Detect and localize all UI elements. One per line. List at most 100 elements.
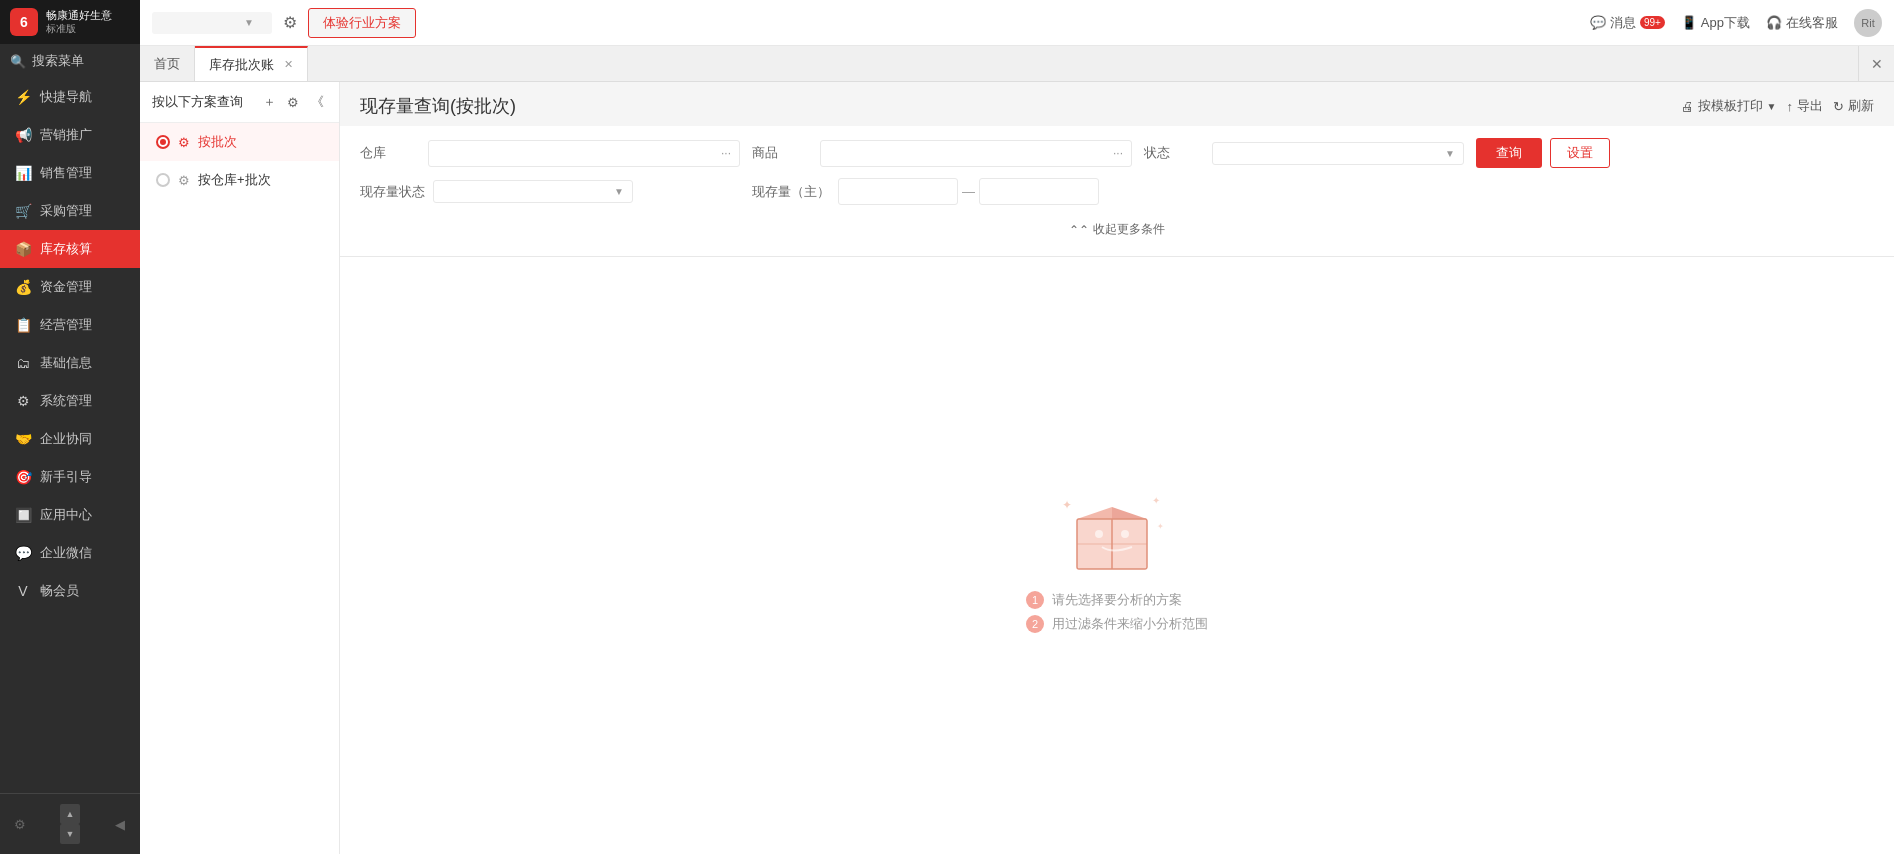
sidebar-item-member[interactable]: V 畅会员 [0, 572, 140, 610]
tab-batch-stock-label: 库存批次账 [209, 56, 274, 74]
sidebar-item-label: 销售管理 [40, 164, 92, 182]
svg-point-4 [1095, 530, 1103, 538]
sidebar-item-sales[interactable]: 📊 销售管理 [0, 154, 140, 192]
customer-service-button[interactable]: 🎧 在线客服 [1766, 14, 1838, 32]
sidebar-item-inventory[interactable]: 📦 库存核算 [0, 230, 140, 268]
content-area: 按以下方案查询 ＋ ⚙ 《 ⚙ 按批次 ⚙ 按仓库+批次 [140, 82, 1894, 854]
search-menu[interactable]: 🔍 搜索菜单 [0, 44, 140, 78]
collapse-more-label: 收起更多条件 [1093, 221, 1165, 238]
scroll-down-button[interactable]: ▼ [60, 824, 80, 844]
scheme-batch-icon: ⚙ [178, 135, 190, 150]
svg-text:✦: ✦ [1062, 498, 1072, 512]
sidebar-collapse-button[interactable]: ◀ [110, 814, 130, 834]
stock-status-select[interactable]: ▼ [433, 180, 633, 203]
hint-number-2: 2 [1026, 615, 1044, 633]
messages-button[interactable]: 💬 消息 99+ [1590, 14, 1665, 32]
sidebar-item-label: 畅会员 [40, 582, 79, 600]
product-input[interactable] [829, 141, 1113, 166]
scheme-settings-button[interactable]: ⚙ [283, 92, 303, 112]
status-label: 状态 [1144, 144, 1204, 162]
scheme-item-batch[interactable]: ⚙ 按批次 [140, 123, 339, 161]
sidebar-item-shortcuts[interactable]: ⚡ 快捷导航 [0, 78, 140, 116]
sidebar-item-purchase[interactable]: 🛒 采购管理 [0, 192, 140, 230]
sidebar-item-apps[interactable]: 🔲 应用中心 [0, 496, 140, 534]
user-profile-button[interactable]: Rit [1854, 9, 1882, 37]
topbar-search-group[interactable]: ▼ [152, 12, 272, 34]
basic-icon: 🗂 [14, 354, 32, 372]
warehouse-more-icon[interactable]: ··· [721, 146, 731, 160]
export-icon: ↑ [1787, 99, 1794, 114]
radio-batch [156, 135, 170, 149]
product-input-wrapper[interactable]: ··· [820, 140, 1132, 167]
left-panel-actions: ＋ ⚙ 《 [259, 92, 327, 112]
sidebar-item-label: 快捷导航 [40, 88, 92, 106]
settings-button[interactable]: 设置 [1550, 138, 1610, 168]
tab-bar-close-button[interactable]: ✕ [1858, 46, 1894, 81]
collapse-panel-button[interactable]: 《 [307, 92, 327, 112]
topbar-search-input[interactable] [160, 16, 240, 30]
scroll-up-button[interactable]: ▲ [60, 804, 80, 824]
warehouse-input-wrapper[interactable]: ··· [428, 140, 740, 167]
topbar: ▼ ⚙ 体验行业方案 💬 消息 99+ 📱 App下载 🎧 在线客服 Rit [140, 0, 1894, 46]
search-icon: 🔍 [10, 54, 26, 69]
user-name: Rit [1861, 17, 1874, 29]
page-header: 现存量查询(按批次) 🖨 按模板打印 ▼ ↑ 导出 ↻ 刷新 [340, 82, 1894, 126]
tab-home[interactable]: 首页 [140, 46, 195, 81]
guide-icon: 🎯 [14, 468, 32, 486]
stock-qty-field: 现存量（主） — [752, 178, 1132, 205]
left-panel-title: 按以下方案查询 [152, 93, 243, 111]
apps-icon: 🔲 [14, 506, 32, 524]
sidebar-item-finance[interactable]: 💰 资金管理 [0, 268, 140, 306]
sidebar-item-operation[interactable]: 📋 经营管理 [0, 306, 140, 344]
left-panel: 按以下方案查询 ＋ ⚙ 《 ⚙ 按批次 ⚙ 按仓库+批次 [140, 82, 340, 854]
status-select[interactable]: ▼ [1212, 142, 1464, 165]
print-button[interactable]: 🖨 按模板打印 ▼ [1681, 97, 1777, 115]
sidebar-item-marketing[interactable]: 📢 营销推广 [0, 116, 140, 154]
system-icon: ⚙ [14, 392, 32, 410]
refresh-button[interactable]: ↻ 刷新 [1833, 97, 1874, 115]
hint-text-2: 用过滤条件来缩小分析范围 [1052, 615, 1208, 633]
main-area: ▼ ⚙ 体验行业方案 💬 消息 99+ 📱 App下载 🎧 在线客服 Rit [140, 0, 1894, 854]
sidebar-item-guide[interactable]: 🎯 新手引导 [0, 458, 140, 496]
sidebar-settings-button[interactable]: ⚙ [10, 814, 30, 834]
collapse-more-button[interactable]: ⌃⌃ 收起更多条件 [360, 215, 1874, 244]
messages-label: 消息 [1610, 14, 1636, 32]
sidebar-item-label: 采购管理 [40, 202, 92, 220]
sidebar-item-wechat[interactable]: 💬 企业微信 [0, 534, 140, 572]
query-button[interactable]: 查询 [1476, 138, 1542, 168]
app-company: 畅康通好生意 [46, 8, 112, 22]
app-logo: 6 [10, 8, 38, 36]
stock-qty-min-input[interactable] [838, 178, 958, 205]
sidebar-item-label: 系统管理 [40, 392, 92, 410]
hint-number-1: 1 [1026, 591, 1044, 609]
experience-industry-button[interactable]: 体验行业方案 [308, 8, 416, 38]
tab-batch-stock[interactable]: 库存批次账 ✕ [195, 46, 308, 81]
settings-icon[interactable]: ⚙ [280, 13, 300, 33]
stock-qty-max-input[interactable] [979, 178, 1099, 205]
stock-status-chevron-icon: ▼ [614, 186, 624, 197]
headset-icon: 🎧 [1766, 15, 1782, 30]
scheme-warehouse-batch-label: 按仓库+批次 [198, 171, 271, 189]
radio-warehouse-batch [156, 173, 170, 187]
stock-status-label: 现存量状态 [360, 183, 425, 201]
add-scheme-button[interactable]: ＋ [259, 92, 279, 112]
product-more-icon[interactable]: ··· [1113, 146, 1123, 160]
scheme-item-warehouse-batch[interactable]: ⚙ 按仓库+批次 [140, 161, 339, 199]
inventory-icon: 📦 [14, 240, 32, 258]
product-field: 商品 ··· [752, 140, 1132, 167]
sidebar-item-collab[interactable]: 🤝 企业协同 [0, 420, 140, 458]
empty-hint-list: 1 请先选择要分析的方案 2 用过滤条件来缩小分析范围 [1026, 591, 1208, 633]
sidebar-item-label: 基础信息 [40, 354, 92, 372]
sidebar: 6 畅康通好生意 标准版 🔍 搜索菜单 ⚡ 快捷导航 📢 营销推广 📊 销售管理… [0, 0, 140, 854]
sidebar-item-system[interactable]: ⚙ 系统管理 [0, 382, 140, 420]
wechat-icon: 💬 [14, 544, 32, 562]
main-content: ✦ ✦ ✦ 1 请先选择要分析的方案 2 用过滤条件来缩小分析范围 [340, 257, 1894, 854]
sidebar-item-basic[interactable]: 🗂 基础信息 [0, 344, 140, 382]
tab-close-icon[interactable]: ✕ [284, 58, 293, 71]
app-download-button[interactable]: 📱 App下载 [1681, 14, 1750, 32]
sidebar-item-label: 新手引导 [40, 468, 92, 486]
right-panel: 现存量查询(按批次) 🖨 按模板打印 ▼ ↑ 导出 ↻ 刷新 [340, 82, 1894, 854]
warehouse-input[interactable] [437, 141, 721, 166]
tabbar: 首页 库存批次账 ✕ ✕ [140, 46, 1894, 82]
export-button[interactable]: ↑ 导出 [1787, 97, 1824, 115]
